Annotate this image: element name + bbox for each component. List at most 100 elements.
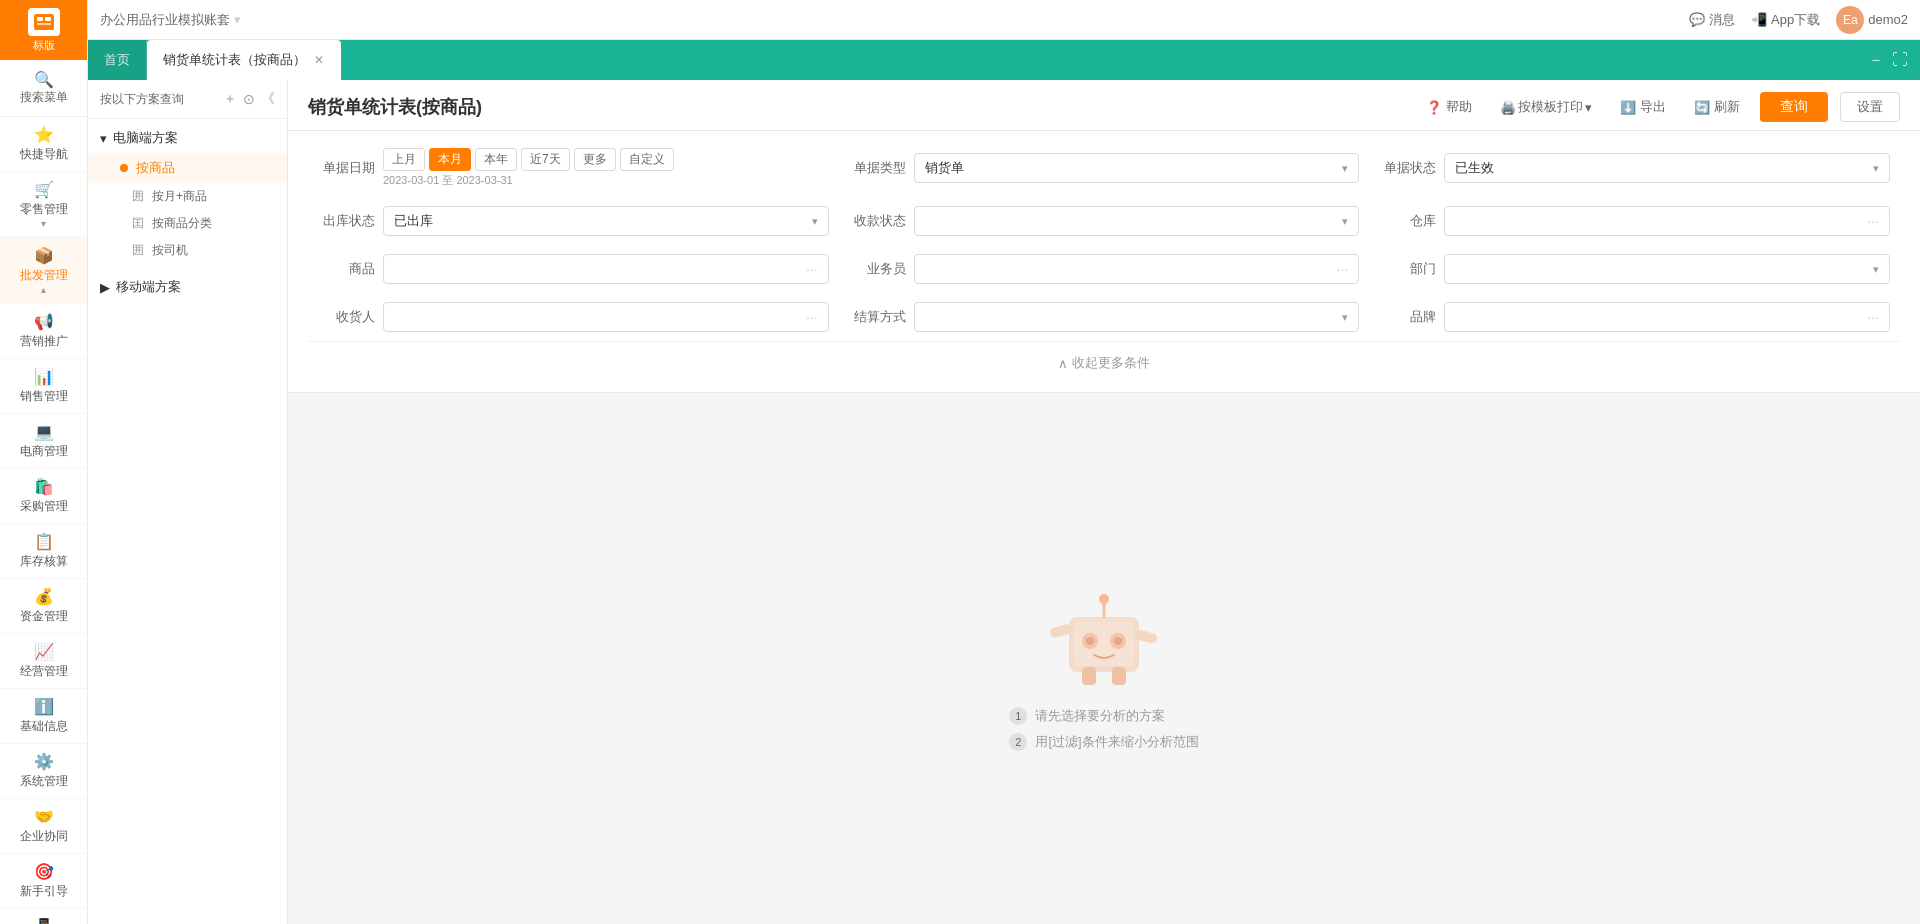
messages-btn[interactable]: 💬 消息 [1689, 11, 1735, 29]
app-logo-text: 标版 [33, 38, 55, 53]
help-icon: ❓ [1426, 100, 1442, 115]
tab-maximize-btn[interactable]: ⛶ [1892, 51, 1908, 69]
filter-row-2: 出库状态 已出库 ▾ 收款状态 [308, 201, 1900, 241]
brand-input[interactable]: ··· [1444, 302, 1890, 332]
out-status-select[interactable]: 已出库 ▾ [383, 206, 829, 236]
sidebar-item-ecommerce[interactable]: 💻 电商管理 [0, 414, 87, 469]
settings-button[interactable]: 设置 [1840, 92, 1900, 122]
product-input[interactable]: ··· [383, 254, 829, 284]
tab-close-btn[interactable]: ✕ [314, 53, 324, 67]
sidebar-item-marketing[interactable]: 📢 营销推广 [0, 304, 87, 359]
page-title: 销货单统计表(按商品) [308, 95, 1418, 119]
salesperson-input[interactable]: ··· [914, 254, 1360, 284]
scheme-group-mobile: ▶ 移动端方案 [88, 268, 287, 306]
by-product-label: 按商品 [136, 159, 175, 177]
message-icon: 💬 [1689, 12, 1705, 27]
topbar-right: 💬 消息 📲 App下载 Ea demo2 [1689, 6, 1908, 34]
topbar-left: 办公用品行业模拟账套 ▾ [100, 11, 1689, 29]
print-btn[interactable]: 🖨️ 按模板打印 ▾ [1492, 94, 1600, 120]
query-button[interactable]: 查询 [1760, 92, 1828, 122]
sidebar-item-system[interactable]: ⚙️ 系统管理 [0, 744, 87, 799]
tab-minimize-btn[interactable]: － [1868, 50, 1884, 71]
sidebar-search[interactable]: 🔍 搜索菜单 [0, 60, 87, 117]
sidebar-item-quick-nav[interactable]: ⭐ 快捷导航 [0, 117, 87, 172]
svg-rect-14 [1082, 667, 1096, 685]
doc-status-select[interactable]: 已生效 ▾ [1444, 153, 1890, 183]
filter-cell-recipient: 收货人 ··· [308, 297, 839, 337]
scheme-item-by-printer[interactable]: 囲 按司机 [88, 237, 287, 264]
search-menu-label: 搜索菜单 [20, 89, 68, 106]
collapse-panel-icon[interactable]: 《 [261, 90, 275, 108]
svg-point-8 [1086, 637, 1094, 645]
date-btn-last-month[interactable]: 上月 [383, 148, 425, 171]
sidebar-item-purchase[interactable]: 🛍️ 采购管理 [0, 469, 87, 524]
svg-rect-0 [34, 14, 54, 30]
tip1-text: 请先选择要分析的方案 [1035, 707, 1165, 725]
sidebar-item-inventory[interactable]: 📋 库存核算 [0, 524, 87, 579]
salesperson-dots-icon: ··· [1337, 261, 1349, 277]
right-content: 销货单统计表(按商品) ❓ 帮助 🖨️ 按模板打印 ▾ ⬇️ 导出 [288, 80, 1920, 924]
sidebar-item-operations[interactable]: 📈 经营管理 [0, 634, 87, 689]
sidebar-item-sales[interactable]: 📊 销售管理 [0, 359, 87, 414]
warehouse-input[interactable]: ··· [1444, 206, 1890, 236]
breadcrumb-text: 办公用品行业模拟账套 [100, 11, 230, 29]
sidebar-item-guide[interactable]: 🎯 新手引导 [0, 854, 87, 909]
date-range-display: 2023-03-01 至 2023-03-31 [383, 173, 829, 188]
left-panel-header: 按以下方案查询 ＋ ⊙ 《 [88, 80, 287, 119]
scheme-item-by-month-product[interactable]: 囲 按月+商品 [88, 183, 287, 210]
date-btn-this-month[interactable]: 本月 [429, 148, 471, 171]
filter-cell-doc-type: 单据类型 销货单 ▾ [839, 148, 1370, 188]
content-area: 按以下方案查询 ＋ ⊙ 《 ▾ 电脑端方案 按商品 囲 按月 [88, 80, 1920, 924]
filter-cell-salesperson: 业务员 ··· [839, 249, 1370, 289]
sidebar-item-app-center[interactable]: 📱 应用中心 [0, 909, 87, 924]
empty-tip-1: 1 请先选择要分析的方案 [1009, 707, 1198, 725]
collapse-filter-btn[interactable]: ∧ 收起更多条件 [1050, 346, 1158, 380]
scheme-item-by-product[interactable]: 按商品 [88, 153, 287, 183]
user-name: demo2 [1868, 12, 1908, 27]
date-label: 单据日期 [318, 159, 383, 177]
sidebar-item-finance[interactable]: 💰 资金管理 [0, 579, 87, 634]
recipient-input[interactable]: ··· [383, 302, 829, 332]
doc-type-value: 销货单 [925, 159, 964, 177]
date-btn-this-year[interactable]: 本年 [475, 148, 517, 171]
doc-type-select[interactable]: 销货单 ▾ [914, 153, 1360, 183]
app-download-btn[interactable]: 📲 App下载 [1751, 11, 1820, 29]
sales-stat-tab-label: 销货单统计表（按商品） [163, 51, 306, 69]
date-btn-7days[interactable]: 近7天 [521, 148, 570, 171]
scheme-group-mobile-header[interactable]: ▶ 移动端方案 [88, 272, 287, 302]
receipt-status-label: 收款状态 [849, 212, 914, 230]
download-icon: 📲 [1751, 12, 1767, 27]
filter-cell-receipt-status: 收款状态 ▾ [839, 201, 1370, 241]
user-area[interactable]: Ea demo2 [1836, 6, 1908, 34]
settlement-select[interactable]: ▾ [914, 302, 1360, 332]
by-category-label: 按商品分类 [152, 215, 212, 232]
export-btn[interactable]: ⬇️ 导出 [1612, 94, 1674, 120]
tab-sales-stat[interactable]: 销货单统计表（按商品） ✕ [147, 40, 341, 80]
department-select[interactable]: ▾ [1444, 254, 1890, 284]
department-label: 部门 [1379, 260, 1444, 278]
tabbar-actions: － ⛶ [1856, 50, 1920, 71]
filter-cell-out-status: 出库状态 已出库 ▾ [308, 201, 839, 241]
receipt-status-select[interactable]: ▾ [914, 206, 1360, 236]
by-month-product-label: 按月+商品 [152, 188, 207, 205]
settlement-arrow-icon: ▾ [1342, 311, 1348, 324]
settings-scheme-icon[interactable]: ⊙ [243, 91, 255, 107]
sidebar-item-enterprise[interactable]: 🤝 企业协同 [0, 799, 87, 854]
settlement-label: 结算方式 [849, 308, 914, 326]
tab-home[interactable]: 首页 [88, 40, 147, 80]
scheme-item-by-category[interactable]: 囯 按商品分类 [88, 210, 287, 237]
add-scheme-icon[interactable]: ＋ [223, 90, 237, 108]
help-btn[interactable]: ❓ 帮助 [1418, 94, 1480, 120]
empty-illustration [1044, 567, 1164, 687]
refresh-btn[interactable]: 🔄 刷新 [1686, 94, 1748, 120]
svg-point-11 [1099, 594, 1109, 604]
print-icon: 🖨️ [1500, 100, 1516, 115]
date-btn-more[interactable]: 更多 [574, 148, 616, 171]
dept-arrow-icon: ▾ [1873, 263, 1879, 276]
scheme-group-pc-header[interactable]: ▾ 电脑端方案 [88, 123, 287, 153]
sidebar-item-retail[interactable]: 🛒 零售管理 ▾ [0, 172, 87, 238]
sidebar-item-basic-info[interactable]: ℹ️ 基础信息 [0, 689, 87, 744]
date-btn-custom[interactable]: 自定义 [620, 148, 674, 171]
sidebar-item-wholesale[interactable]: 📦 批发管理 ▴ [0, 238, 87, 304]
export-icon: ⬇️ [1620, 100, 1636, 115]
